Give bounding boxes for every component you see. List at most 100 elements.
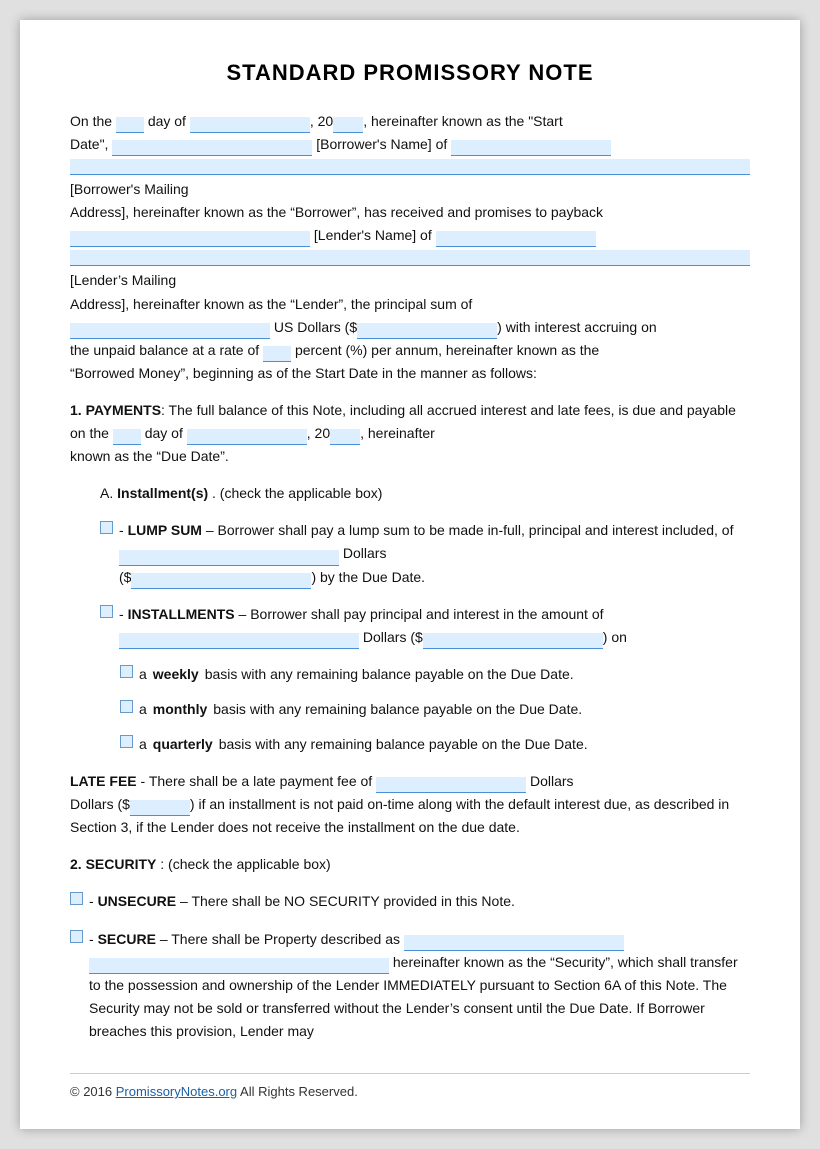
section1-20: , 20	[307, 425, 330, 441]
fill-property-desc2[interactable]	[89, 958, 389, 974]
installments-row: - INSTALLMENTS – Borrower shall pay prin…	[100, 603, 750, 649]
monthly-a: a	[139, 698, 147, 721]
lump-sum-text1: – Borrower shall pay a lump sum to be ma…	[206, 522, 734, 538]
quarterly-checkbox[interactable]	[120, 735, 133, 748]
intro-comma-20: , 20	[310, 113, 333, 129]
fill-day[interactable]	[116, 117, 144, 133]
late-fee-paragraph: LATE FEE - There shall be a late payment…	[70, 770, 750, 839]
intro-borrowed-money: “Borrowed Money”, beginning as of the St…	[70, 365, 537, 381]
secure-text1: – There shall be Property described as	[160, 931, 400, 947]
monthly-basis-row: a monthly basis with any remaining balan…	[120, 698, 750, 721]
fill-month[interactable]	[190, 117, 310, 133]
installments-bold: INSTALLMENTS	[128, 606, 235, 622]
lump-sum-paren: ($	[119, 569, 131, 585]
fill-lender-address1[interactable]	[70, 250, 750, 266]
intro-paragraph: On the day of , 20 , hereinafter known a…	[70, 110, 750, 385]
intro-on-the: On the	[70, 113, 112, 129]
quarterly-text: basis with any remaining balance payable…	[219, 733, 588, 756]
monthly-bold: monthly	[153, 698, 207, 721]
fill-year[interactable]	[333, 117, 363, 133]
fill-due-year[interactable]	[330, 429, 360, 445]
lump-sum-item: - LUMP SUM – Borrower shall pay a lump s…	[100, 519, 750, 588]
fill-principal-num[interactable]	[357, 323, 497, 339]
secure-bold: SECURE	[98, 931, 156, 947]
section2-paragraph: 2. SECURITY : (check the applicable box)	[70, 853, 750, 876]
fill-borrower-of-val[interactable]	[451, 140, 611, 156]
fill-property-desc1[interactable]	[404, 935, 624, 951]
subsection-a-bold: Installment(s)	[117, 485, 208, 501]
lump-sum-content: - LUMP SUM – Borrower shall pay a lump s…	[119, 519, 750, 588]
fill-installment-amount-num[interactable]	[423, 633, 603, 649]
footer-rights: All Rights Reserved.	[240, 1084, 358, 1099]
intro-percent-text: percent (%) per annum, hereinafter known…	[295, 342, 599, 358]
intro-lender-mailing: [Lender’s Mailing	[70, 272, 176, 288]
intro-date-label: Date",	[70, 136, 108, 152]
quarterly-bold: quarterly	[153, 733, 213, 756]
fill-rate[interactable]	[263, 346, 291, 362]
document-footer: © 2016 PromissoryNotes.org All Rights Re…	[70, 1073, 750, 1099]
fill-principal-words[interactable]	[70, 323, 270, 339]
weekly-checkbox[interactable]	[120, 665, 133, 678]
section2-label: 2. SECURITY	[70, 856, 156, 872]
monthly-checkbox[interactable]	[120, 700, 133, 713]
lump-sum-bold: LUMP SUM	[128, 522, 202, 538]
secure-dash: -	[89, 931, 98, 947]
unsecure-checkbox[interactable]	[70, 892, 83, 905]
fill-lump-amount-words[interactable]	[119, 550, 339, 566]
installments-dash: -	[119, 606, 128, 622]
installments-text1: – Borrower shall pay principal and inter…	[239, 606, 604, 622]
late-fee-text1: - There shall be a late payment fee of	[141, 773, 373, 789]
document-title: STANDARD PROMISSORY NOTE	[70, 60, 750, 86]
intro-borrower-of: [Borrower's Name] of	[316, 136, 447, 152]
installments-on: ) on	[603, 629, 627, 645]
secure-checkbox[interactable]	[70, 930, 83, 943]
secure-content: - SECURE – There shall be Property descr…	[89, 928, 750, 1043]
fill-borrower-name[interactable]	[112, 140, 312, 156]
subsection-a-label: A.	[100, 485, 113, 501]
unsecure-row: - UNSECURE – There shall be NO SECURITY …	[70, 890, 750, 913]
secure-item: - SECURE – There shall be Property descr…	[70, 928, 750, 1043]
footer-link[interactable]: PromissoryNotes.org	[116, 1084, 237, 1099]
lump-sum-row: - LUMP SUM – Borrower shall pay a lump s…	[100, 519, 750, 588]
section1-label: 1. PAYMENTS	[70, 402, 161, 418]
fill-late-fee-amount[interactable]	[376, 777, 526, 793]
secure-row: - SECURE – There shall be Property descr…	[70, 928, 750, 1043]
installments-content: - INSTALLMENTS – Borrower shall pay prin…	[119, 603, 627, 649]
fill-borrower-address1[interactable]	[70, 159, 750, 175]
unsecure-text: – There shall be NO SECURITY provided in…	[180, 893, 515, 909]
section1-due-date: known as the “Due Date”.	[70, 448, 229, 464]
fill-late-fee-num[interactable]	[130, 800, 190, 816]
intro-day-of: day of	[148, 113, 186, 129]
subsection-a: A. Installment(s) . (check the applicabl…	[100, 482, 750, 505]
lump-sum-checkbox[interactable]	[100, 521, 113, 534]
intro-address-text: Address], hereinafter known as the “Borr…	[70, 204, 603, 220]
lump-sum-dash: -	[119, 522, 128, 538]
footer-copyright: © 2016	[70, 1084, 112, 1099]
section2-text: : (check the applicable box)	[160, 856, 330, 872]
fill-due-month[interactable]	[187, 429, 307, 445]
fill-lender-name[interactable]	[70, 231, 310, 247]
unsecure-bold: UNSECURE	[98, 893, 177, 909]
intro-hereinafter: , hereinafter known as the "Start	[363, 113, 563, 129]
weekly-text: basis with any remaining balance payable…	[205, 663, 574, 686]
lump-sum-by-due: ) by the Due Date.	[311, 569, 425, 585]
document-page: STANDARD PROMISSORY NOTE On the day of ,…	[20, 20, 800, 1129]
weekly-a: a	[139, 663, 147, 686]
intro-borrower-mailing: [Borrower's Mailing	[70, 181, 189, 197]
fill-lump-amount-num[interactable]	[131, 573, 311, 589]
fill-due-day[interactable]	[113, 429, 141, 445]
intro-lender-text: Address], hereinafter known as the “Lend…	[70, 296, 472, 312]
unsecure-dash: -	[89, 893, 98, 909]
section1-day-of: day of	[145, 425, 183, 441]
section1-paragraph: 1. PAYMENTS: The full balance of this No…	[70, 399, 750, 468]
quarterly-basis-row: a quarterly basis with any remaining bal…	[120, 733, 750, 756]
fill-installment-amount-words[interactable]	[119, 633, 359, 649]
installments-checkbox[interactable]	[100, 605, 113, 618]
weekly-bold: weekly	[153, 663, 199, 686]
quarterly-a: a	[139, 733, 147, 756]
weekly-basis-row: a weekly basis with any remaining balanc…	[120, 663, 750, 686]
late-fee-dollars: Dollars	[530, 773, 574, 789]
installments-item: - INSTALLMENTS – Borrower shall pay prin…	[100, 603, 750, 649]
installments-dollars: Dollars ($	[363, 629, 423, 645]
fill-lender-of-val[interactable]	[436, 231, 596, 247]
